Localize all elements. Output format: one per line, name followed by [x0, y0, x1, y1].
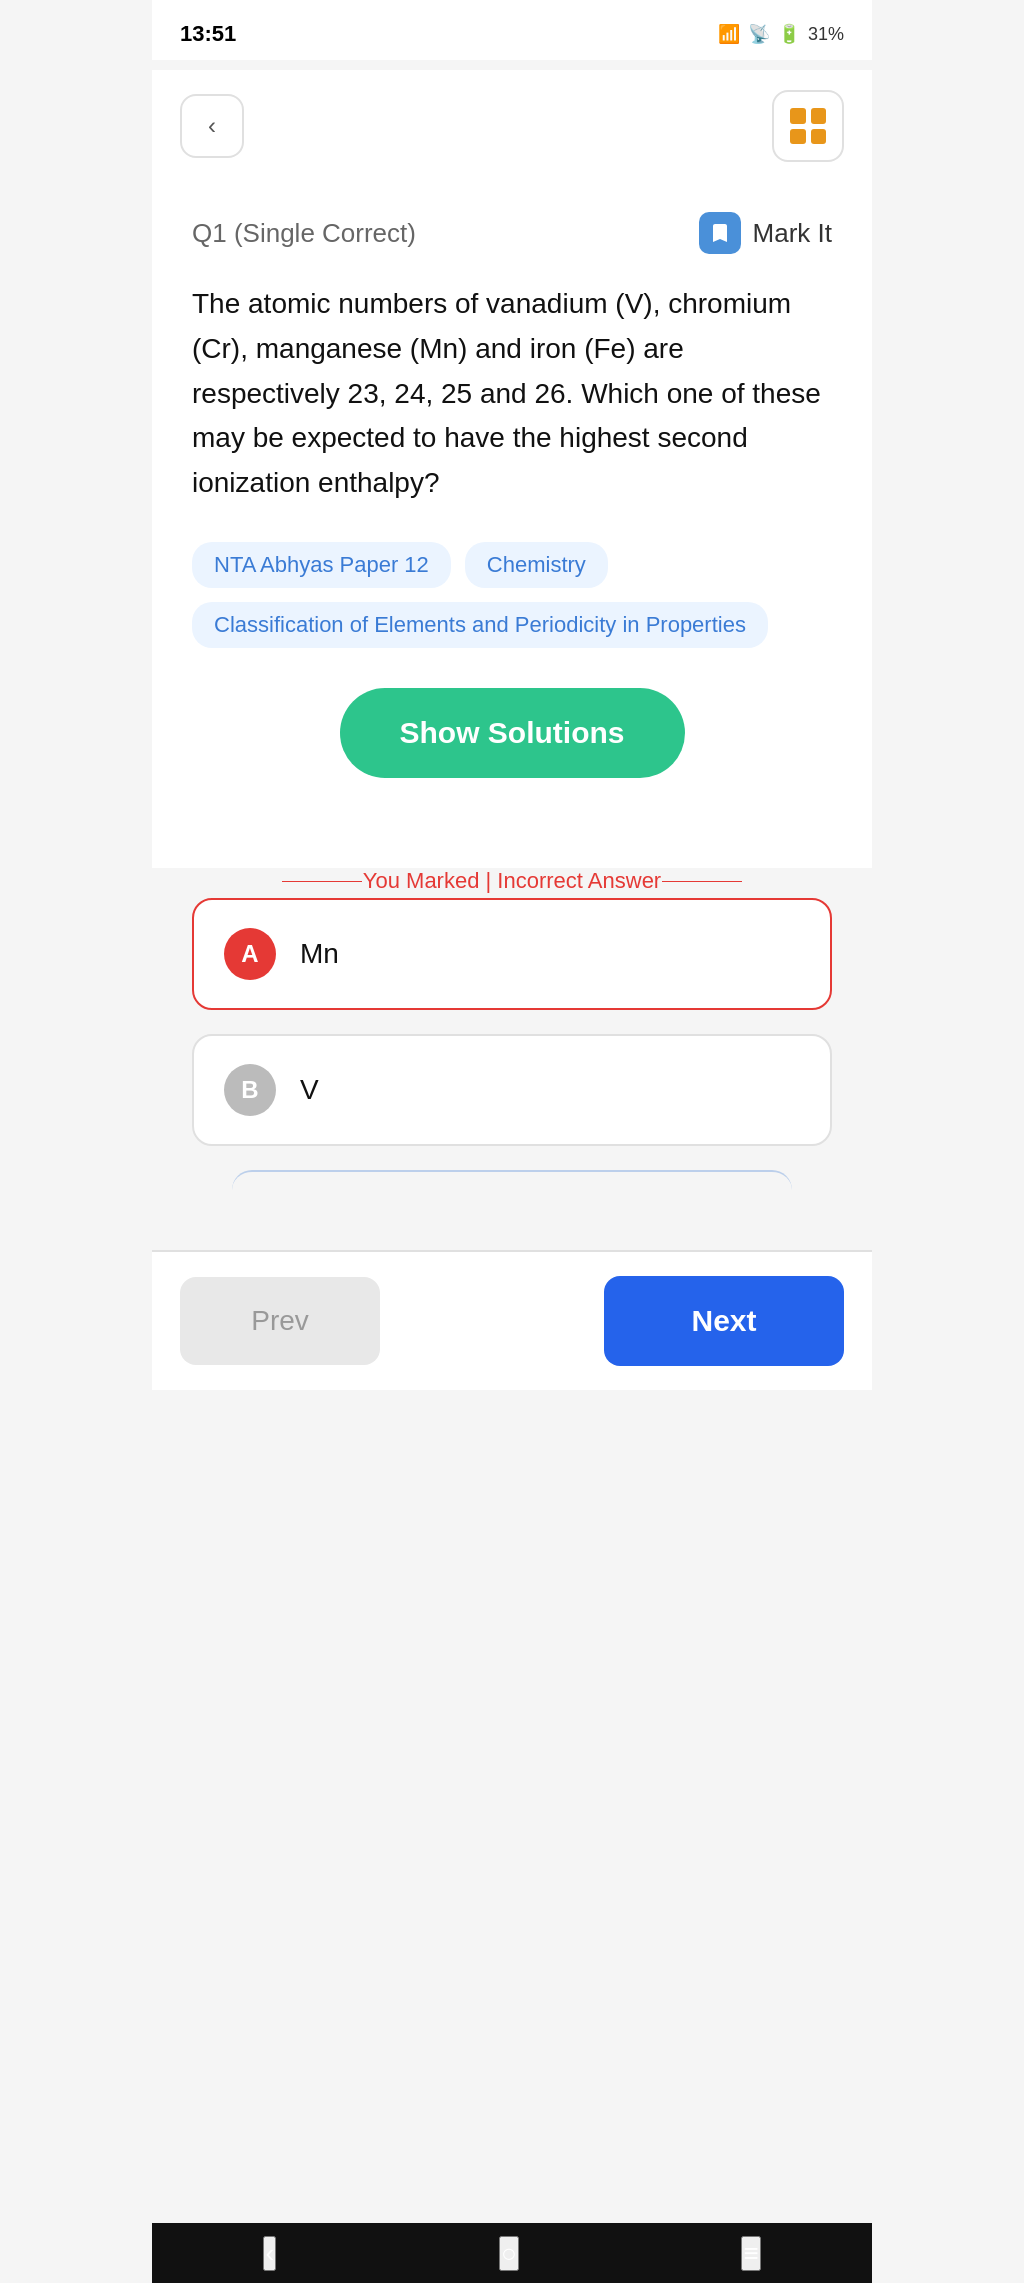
question-label: Q1 (Single Correct) [192, 218, 416, 249]
incorrect-answer-label: You Marked | Incorrect Answer [192, 868, 832, 894]
mark-it-button[interactable]: Mark It [699, 212, 832, 254]
prev-button[interactable]: Prev [180, 1277, 380, 1365]
chevron-left-icon: ‹ [208, 112, 216, 140]
wifi-icon: 📡 [748, 23, 770, 45]
answers-section: You Marked | Incorrect Answer A Mn B V [152, 868, 872, 1210]
question-header: Q1 (Single Correct) Mark It [192, 212, 832, 254]
status-bar: 13:51 📶 📡 🔋 31% [152, 0, 872, 60]
next-button[interactable]: Next [604, 1276, 844, 1366]
back-button[interactable]: ‹ [180, 94, 244, 158]
battery-percent: 31% [808, 24, 844, 45]
option-a-letter: A [224, 928, 276, 980]
android-home-button[interactable]: ○ [499, 2236, 519, 2271]
signal-icon: 📶 [718, 23, 740, 45]
status-time: 13:51 [180, 21, 236, 47]
question-text: The atomic numbers of vanadium (V), chro… [192, 282, 832, 506]
main-content: Q1 (Single Correct) Mark It The atomic n… [152, 182, 872, 868]
android-back-button[interactable]: ‹ [263, 2236, 276, 2271]
android-menu-button[interactable]: ≡ [741, 2236, 760, 2271]
option-a-text: Mn [300, 938, 339, 970]
bookmark-icon [699, 212, 741, 254]
option-b-letter: B [224, 1064, 276, 1116]
partial-option-hint [232, 1170, 792, 1210]
show-solutions-button[interactable]: Show Solutions [340, 688, 685, 778]
tag-paper[interactable]: NTA Abhyas Paper 12 [192, 542, 451, 588]
battery-icon: 🔋 [778, 23, 800, 45]
spacer [152, 1390, 872, 1530]
bookmark-svg [708, 221, 732, 245]
grid-icon [790, 108, 826, 144]
android-nav-bar: ‹ ○ ≡ [152, 2223, 872, 2283]
tag-chapter[interactable]: Classification of Elements and Periodici… [192, 602, 768, 648]
mark-it-label: Mark It [753, 218, 832, 249]
grid-button[interactable] [772, 90, 844, 162]
bottom-navigation: Prev Next [152, 1252, 872, 1390]
tags-container: NTA Abhyas Paper 12 Chemistry Classifica… [192, 542, 832, 648]
option-b-text: V [300, 1074, 319, 1106]
top-navigation: ‹ [152, 70, 872, 182]
tag-subject[interactable]: Chemistry [465, 542, 608, 588]
option-a[interactable]: A Mn [192, 898, 832, 1010]
option-b[interactable]: B V [192, 1034, 832, 1146]
status-icons: 📶 📡 🔋 31% [718, 23, 844, 45]
